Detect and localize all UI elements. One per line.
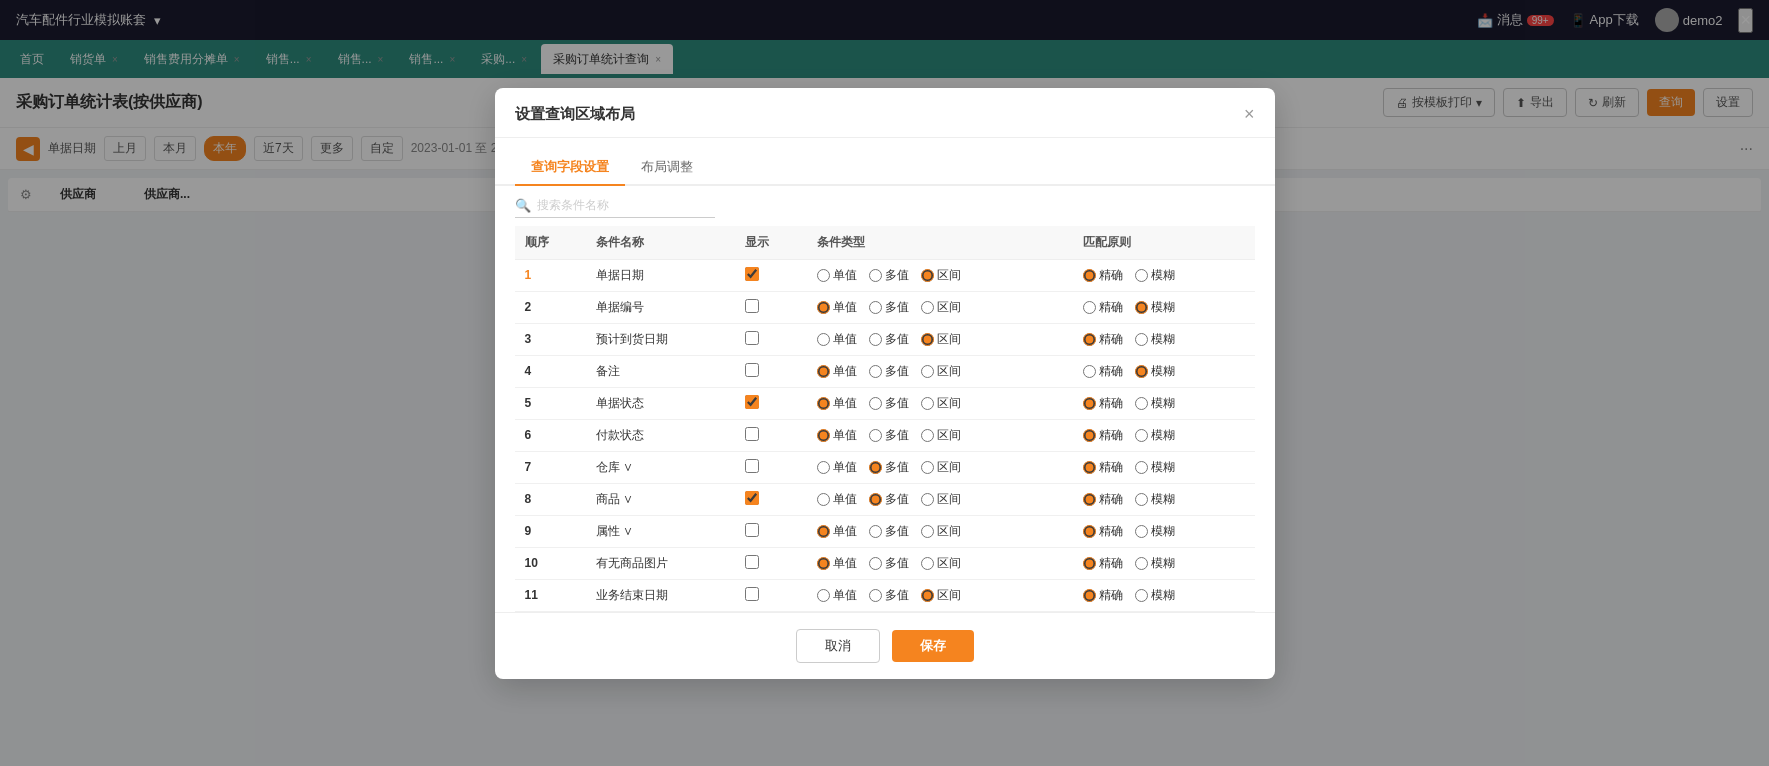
search-icon: 🔍 (515, 198, 531, 213)
tab-query-fields-label: 查询字段设置 (531, 159, 609, 174)
dialog-header: 设置查询区域布局 × (495, 88, 1275, 138)
tab-layout-adjust[interactable]: 布局调整 (625, 150, 709, 186)
search-box: 🔍 (515, 198, 715, 218)
dialog-tabs: 查询字段设置 布局调整 (495, 138, 1275, 186)
modal-overlay: 设置查询区域布局 × 查询字段设置 布局调整 🔍 顺序 条件名称 (0, 0, 1769, 220)
dialog-close-button[interactable]: × (1244, 104, 1255, 125)
search-input[interactable] (537, 198, 715, 212)
tab-query-fields[interactable]: 查询字段设置 (515, 150, 625, 186)
dialog: 设置查询区域布局 × 查询字段设置 布局调整 🔍 顺序 条件名称 (495, 88, 1275, 221)
dialog-title: 设置查询区域布局 (515, 105, 635, 124)
tab-layout-adjust-label: 布局调整 (641, 159, 693, 174)
